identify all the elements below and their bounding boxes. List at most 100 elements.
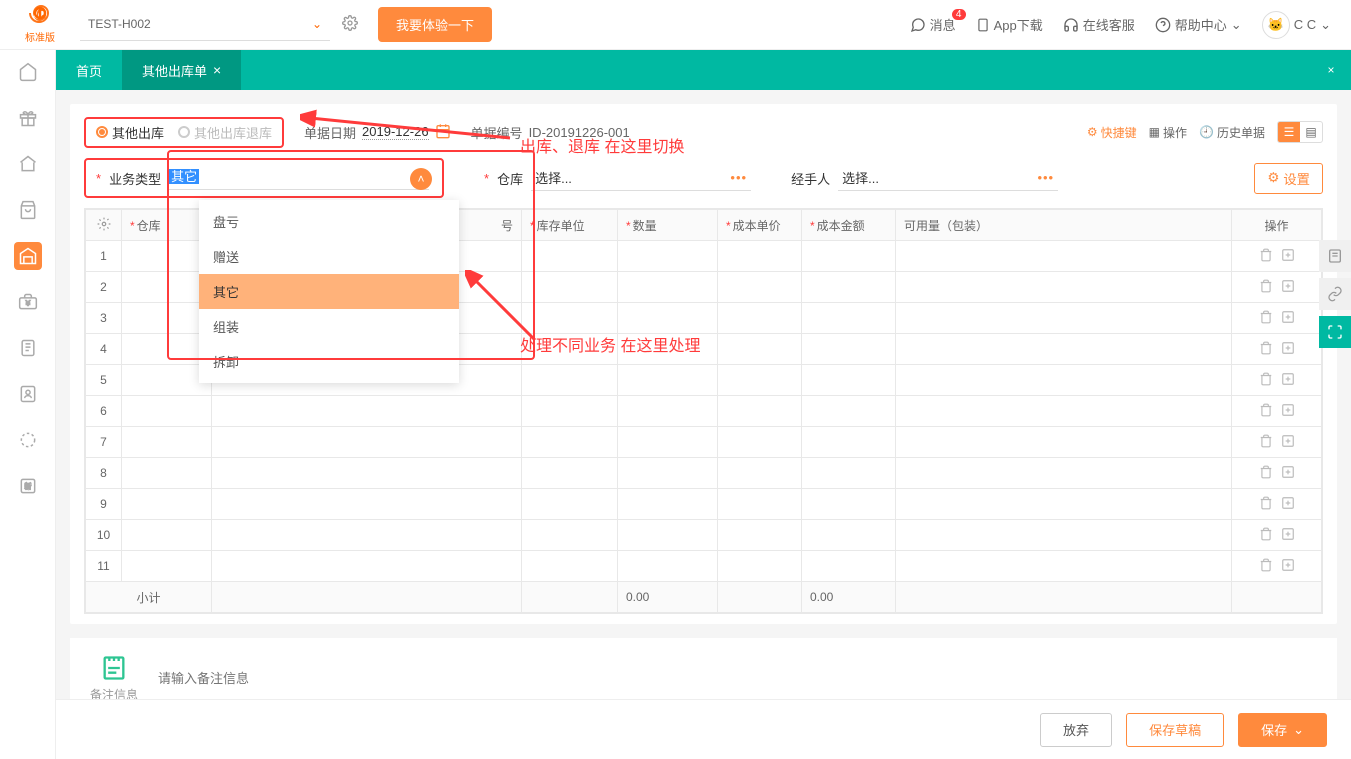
table-row[interactable]: 10 bbox=[86, 520, 1322, 551]
close-icon[interactable]: × bbox=[213, 62, 221, 78]
add-icon[interactable] bbox=[1281, 434, 1295, 451]
try-button[interactable]: 我要体验一下 bbox=[378, 7, 492, 42]
shortcut-button[interactable]: ⚙快捷键 bbox=[1087, 124, 1137, 141]
col-gear[interactable] bbox=[86, 210, 122, 241]
delete-icon[interactable] bbox=[1259, 248, 1273, 265]
radio-out[interactable]: 其他出库 bbox=[96, 123, 164, 142]
close-all-tabs[interactable]: × bbox=[1311, 50, 1351, 90]
service-link[interactable]: 在线客服 bbox=[1063, 15, 1135, 34]
dropdown-option[interactable]: 其它 bbox=[199, 274, 459, 309]
help-link[interactable]: 帮助中心 ⌄ bbox=[1155, 15, 1242, 34]
tab-home[interactable]: 首页 bbox=[56, 50, 122, 90]
delete-icon[interactable] bbox=[1259, 465, 1273, 482]
col-qty: *数量 bbox=[618, 210, 718, 241]
table-row[interactable]: 9 bbox=[86, 489, 1322, 520]
dropdown-option[interactable]: 拆卸 bbox=[199, 344, 459, 379]
handler-select[interactable]: 选择... ••• bbox=[838, 165, 1058, 191]
history-button[interactable]: 🕘历史单据 bbox=[1199, 124, 1265, 141]
dropdown-option[interactable]: 组装 bbox=[199, 309, 459, 344]
nav-home-icon[interactable] bbox=[14, 58, 42, 86]
col-amount: *成本金额 bbox=[802, 210, 896, 241]
row-actions bbox=[1232, 396, 1322, 427]
chevron-up-icon[interactable]: ˄ bbox=[410, 168, 432, 190]
col-op: 操作 bbox=[1232, 210, 1322, 241]
ُwarehouse-select[interactable]: 选择...••• bbox=[531, 165, 751, 191]
more-icon: ••• bbox=[730, 170, 747, 185]
table-row[interactable]: 7 bbox=[86, 427, 1322, 458]
gear-icon[interactable] bbox=[342, 15, 358, 34]
nav-new-icon[interactable]: 新 bbox=[14, 472, 42, 500]
delete-icon[interactable] bbox=[1259, 496, 1273, 513]
discard-button[interactable]: 放弃 bbox=[1040, 713, 1112, 747]
avatar: 🐱 bbox=[1262, 11, 1290, 39]
row-index: 3 bbox=[86, 303, 122, 334]
app-download-link[interactable]: App下载 bbox=[976, 15, 1043, 34]
nav-home2-icon[interactable] bbox=[14, 150, 42, 178]
nav-bag-icon[interactable] bbox=[14, 196, 42, 224]
add-icon[interactable] bbox=[1281, 248, 1295, 265]
add-icon[interactable] bbox=[1281, 310, 1295, 327]
messages-link[interactable]: 消息 4 bbox=[910, 15, 956, 34]
dock-note-icon[interactable] bbox=[1319, 240, 1351, 272]
add-icon[interactable] bbox=[1281, 558, 1295, 575]
app-download-label: App下载 bbox=[994, 15, 1043, 34]
nav-loading-icon[interactable] bbox=[14, 426, 42, 454]
add-icon[interactable] bbox=[1281, 527, 1295, 544]
dropdown-option[interactable]: 盘亏 bbox=[199, 204, 459, 239]
radio-return[interactable]: 其他出库退库 bbox=[178, 123, 272, 142]
delete-icon[interactable] bbox=[1259, 372, 1273, 389]
delete-icon[interactable] bbox=[1259, 434, 1273, 451]
biztype-input[interactable]: 其它 bbox=[169, 166, 429, 190]
add-icon[interactable] bbox=[1281, 279, 1295, 296]
view-toggle[interactable]: ☰▤ bbox=[1277, 121, 1323, 143]
dock-expand-icon[interactable] bbox=[1319, 316, 1351, 348]
card-view-icon[interactable]: ▤ bbox=[1300, 122, 1322, 142]
list-view-icon[interactable]: ☰ bbox=[1278, 122, 1300, 142]
nav-contact-icon[interactable] bbox=[14, 380, 42, 408]
delete-icon[interactable] bbox=[1259, 527, 1273, 544]
add-icon[interactable] bbox=[1281, 341, 1295, 358]
table-row[interactable]: 8 bbox=[86, 458, 1322, 489]
add-icon[interactable] bbox=[1281, 372, 1295, 389]
handler-placeholder: 选择... bbox=[842, 168, 879, 187]
more-icon: ••• bbox=[1037, 170, 1054, 185]
add-icon[interactable] bbox=[1281, 465, 1295, 482]
logo-text: 标准版 bbox=[25, 29, 55, 44]
dropdown-option[interactable]: 赠送 bbox=[199, 239, 459, 274]
nav-gift-icon[interactable] bbox=[14, 104, 42, 132]
add-icon[interactable] bbox=[1281, 496, 1295, 513]
date-label: 单据日期 bbox=[304, 123, 356, 142]
chevron-down-icon: ⌄ bbox=[1293, 722, 1304, 738]
user-menu[interactable]: 🐱 C C ⌄ bbox=[1262, 11, 1331, 39]
date-value[interactable]: 2019-12-26 bbox=[362, 124, 429, 140]
tab-doc[interactable]: 其他出库单 × bbox=[122, 50, 241, 90]
table-row[interactable]: 11 bbox=[86, 551, 1322, 582]
org-selector[interactable]: TEST-H002 ⌄ bbox=[80, 9, 330, 41]
row-actions bbox=[1232, 551, 1322, 582]
save-draft-button[interactable]: 保存草稿 bbox=[1126, 713, 1224, 747]
calendar-icon[interactable] bbox=[435, 123, 451, 142]
add-icon[interactable] bbox=[1281, 403, 1295, 420]
delete-icon[interactable] bbox=[1259, 279, 1273, 296]
table-row[interactable]: 6 bbox=[86, 396, 1322, 427]
biztype-value: 其它 bbox=[169, 169, 199, 184]
tab-home-label: 首页 bbox=[76, 61, 102, 80]
settings-label: 设置 bbox=[1283, 169, 1310, 188]
save-button[interactable]: 保存⌄ bbox=[1238, 713, 1327, 747]
delete-icon[interactable] bbox=[1259, 341, 1273, 358]
nav-clipboard-icon[interactable] bbox=[14, 334, 42, 362]
handler-field: 经手人 选择...••• bbox=[791, 165, 1058, 191]
right-dock bbox=[1319, 240, 1351, 348]
footer: 放弃 保存草稿 保存⌄ bbox=[56, 699, 1351, 759]
nav-money-icon[interactable]: ¥ bbox=[14, 288, 42, 316]
delete-icon[interactable] bbox=[1259, 558, 1273, 575]
delete-icon[interactable] bbox=[1259, 310, 1273, 327]
help-label: 帮助中心 bbox=[1175, 15, 1227, 34]
dock-link-icon[interactable] bbox=[1319, 278, 1351, 310]
nav-warehouse-icon[interactable] bbox=[14, 242, 42, 270]
operate-button[interactable]: ▦操作 bbox=[1149, 124, 1187, 141]
settings-button[interactable]: ⚙设置 bbox=[1254, 163, 1323, 194]
delete-icon[interactable] bbox=[1259, 403, 1273, 420]
remark-input[interactable] bbox=[158, 671, 1317, 686]
doc-number-label: 单据编号 bbox=[471, 123, 523, 142]
